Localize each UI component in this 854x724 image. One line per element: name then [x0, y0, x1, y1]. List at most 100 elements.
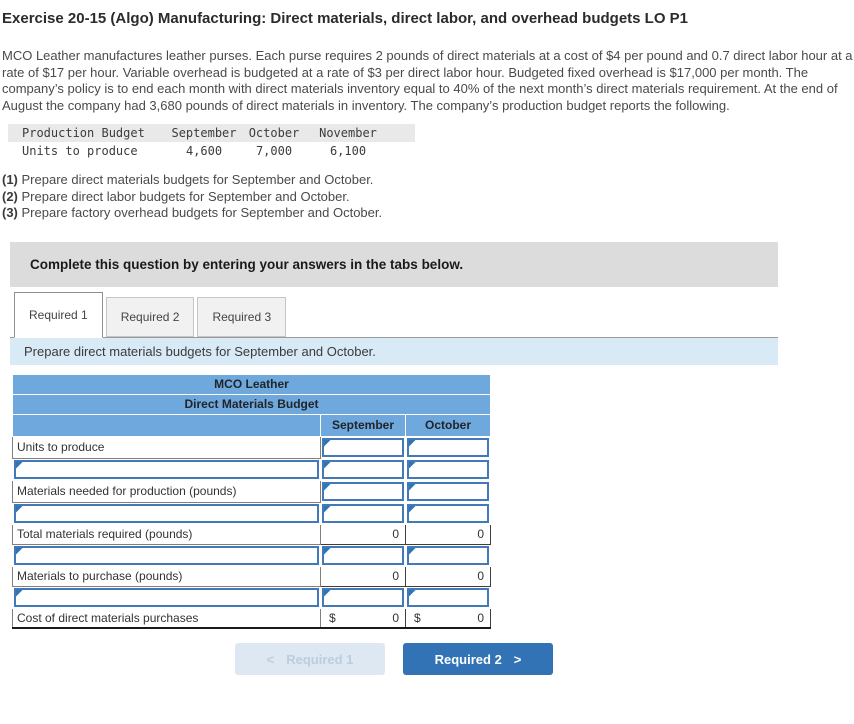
answer-label-input-cell[interactable] — [12, 585, 321, 609]
answer-input-cell[interactable] — [320, 585, 406, 609]
answer-label-input-cell[interactable] — [12, 501, 321, 525]
task-item: (2) Prepare direct labor budgets for Sep… — [2, 189, 854, 205]
budget-table-column-header-row: September October — [12, 413, 492, 437]
answer-input-cell[interactable] — [320, 479, 406, 503]
answer-input-cell[interactable] — [404, 479, 492, 503]
production-budget-row-label: Units to produce — [22, 144, 138, 158]
prev-button-label: Required 1 — [286, 651, 354, 667]
input-marker-icon — [16, 589, 23, 597]
chevron-right-icon: > — [513, 651, 522, 667]
task-list: (1) Prepare direct materials budgets for… — [2, 172, 854, 221]
budget-table-title-row: MCO Leather — [11, 373, 492, 395]
direct-materials-budget-table: MCO Leather Direct Materials Budget Sept… — [11, 373, 492, 629]
next-required-button[interactable]: Required 2 > — [403, 643, 553, 675]
task-text: Prepare direct materials budgets for Sep… — [21, 172, 374, 187]
production-budget-header: November — [308, 124, 415, 142]
answer-input-cell[interactable] — [320, 501, 406, 525]
task-number: (3) — [2, 205, 18, 220]
answer-input-cell[interactable] — [404, 585, 492, 609]
input-marker-icon — [16, 505, 23, 513]
tab-navigation: < Required 1 Required 2 > — [10, 643, 778, 675]
production-budget-table: Production Budget September October Nove… — [8, 124, 415, 160]
tab-required-2[interactable]: Required 2 — [105, 296, 195, 337]
page-title: Exercise 20-15 (Algo) Manufacturing: Dir… — [2, 10, 689, 27]
complete-question-banner: Complete this question by entering your … — [10, 241, 778, 287]
answer-label-input-cell[interactable] — [12, 543, 321, 567]
answer-input-cell[interactable] — [320, 457, 406, 481]
chevron-left-icon: < — [266, 651, 275, 667]
budget-row-units: Units to produce — [12, 435, 492, 459]
task-number: (1) — [2, 172, 18, 187]
october-column-header: October — [404, 413, 492, 437]
computed-value-cell: 0 — [320, 565, 406, 587]
production-budget-data-row: Units to produce 4,600 7,000 6,100 — [8, 142, 415, 160]
input-marker-icon — [409, 483, 416, 491]
september-column-header: September — [320, 413, 406, 437]
row-label-to-purchase: Materials to purchase (pounds) — [12, 565, 321, 587]
answer-input-cell[interactable] — [320, 435, 406, 459]
input-marker-icon — [324, 461, 331, 469]
input-marker-icon — [16, 547, 23, 555]
currency-symbol: $ — [329, 610, 336, 625]
company-name-header: MCO Leather — [11, 373, 492, 395]
budget-row-blank-input-3 — [12, 543, 492, 567]
input-marker-icon — [16, 461, 23, 469]
answer-label-input-cell[interactable] — [12, 457, 321, 481]
task-item: (1) Prepare direct materials budgets for… — [2, 172, 854, 188]
task-item: (3) Prepare factory overhead budgets for… — [2, 205, 854, 221]
production-budget-value: 4,600 — [185, 144, 223, 158]
computed-value-cell: 0 — [404, 523, 492, 545]
production-budget-value: 7,000 — [255, 144, 293, 158]
budget-row-blank-input-2 — [12, 501, 492, 525]
row-label-materials-needed: Materials needed for production (pounds) — [12, 479, 321, 503]
budget-row-to-purchase: Materials to purchase (pounds) 0 0 — [12, 565, 492, 587]
answer-input-cell[interactable] — [404, 543, 492, 567]
budget-name-header: Direct Materials Budget — [11, 393, 492, 415]
production-budget-header: Production Budget — [8, 124, 168, 142]
budget-row-blank-input-4 — [12, 585, 492, 609]
budget-row-blank-input-1 — [12, 457, 492, 481]
input-marker-icon — [409, 505, 416, 513]
input-marker-icon — [409, 439, 416, 447]
computed-value: 0 — [477, 610, 485, 625]
answer-input-cell[interactable] — [320, 543, 406, 567]
empty-header-cell — [12, 413, 321, 437]
production-budget-header-row: Production Budget September October Nove… — [8, 124, 415, 142]
input-marker-icon — [409, 589, 416, 597]
computed-value-cell: 0 — [404, 565, 492, 587]
production-budget-header: September — [168, 124, 240, 142]
answer-input-cell[interactable] — [404, 435, 492, 459]
computed-currency-cell: $ 0 — [320, 607, 406, 629]
tab-required-3[interactable]: Required 3 — [197, 296, 287, 337]
answer-input-cell[interactable] — [404, 457, 492, 481]
budget-row-total-required: Total materials required (pounds) 0 0 — [12, 523, 492, 545]
input-marker-icon — [409, 461, 416, 469]
input-marker-icon — [324, 589, 331, 597]
tab-required-1[interactable]: Required 1 — [14, 291, 103, 338]
budget-row-materials-needed: Materials needed for production (pounds) — [12, 479, 492, 503]
row-label-cost: Cost of direct materials purchases — [12, 607, 321, 629]
row-label-units-to-produce: Units to produce — [12, 435, 321, 459]
production-budget-value: 6,100 — [329, 144, 367, 158]
production-budget-header: October — [240, 124, 308, 142]
required-tabs: Required 1 Required 2 Required 3 — [14, 291, 854, 338]
prev-required-button[interactable]: < Required 1 — [235, 643, 385, 675]
input-marker-icon — [324, 483, 331, 491]
input-marker-icon — [324, 505, 331, 513]
task-text: Prepare factory overhead budgets for Sep… — [21, 205, 383, 220]
budget-row-cost: Cost of direct materials purchases $ 0 $… — [12, 607, 492, 629]
row-label-total-required: Total materials required (pounds) — [12, 523, 321, 545]
task-number: (2) — [2, 188, 18, 204]
input-marker-icon — [324, 439, 331, 447]
input-marker-icon — [324, 547, 331, 555]
problem-statement: MCO Leather manufactures leather purses.… — [2, 48, 853, 113]
computed-currency-cell: $ 0 — [404, 607, 492, 629]
next-button-label: Required 2 — [434, 651, 502, 667]
input-marker-icon — [409, 547, 416, 555]
tab-instruction-bar: Prepare direct materials budgets for Sep… — [10, 336, 778, 365]
currency-symbol: $ — [414, 610, 421, 625]
budget-table-subtitle-row: Direct Materials Budget — [11, 393, 492, 415]
computed-value: 0 — [392, 610, 399, 625]
answer-input-cell[interactable] — [404, 501, 492, 525]
task-text: Prepare direct labor budgets for Septemb… — [21, 188, 350, 204]
